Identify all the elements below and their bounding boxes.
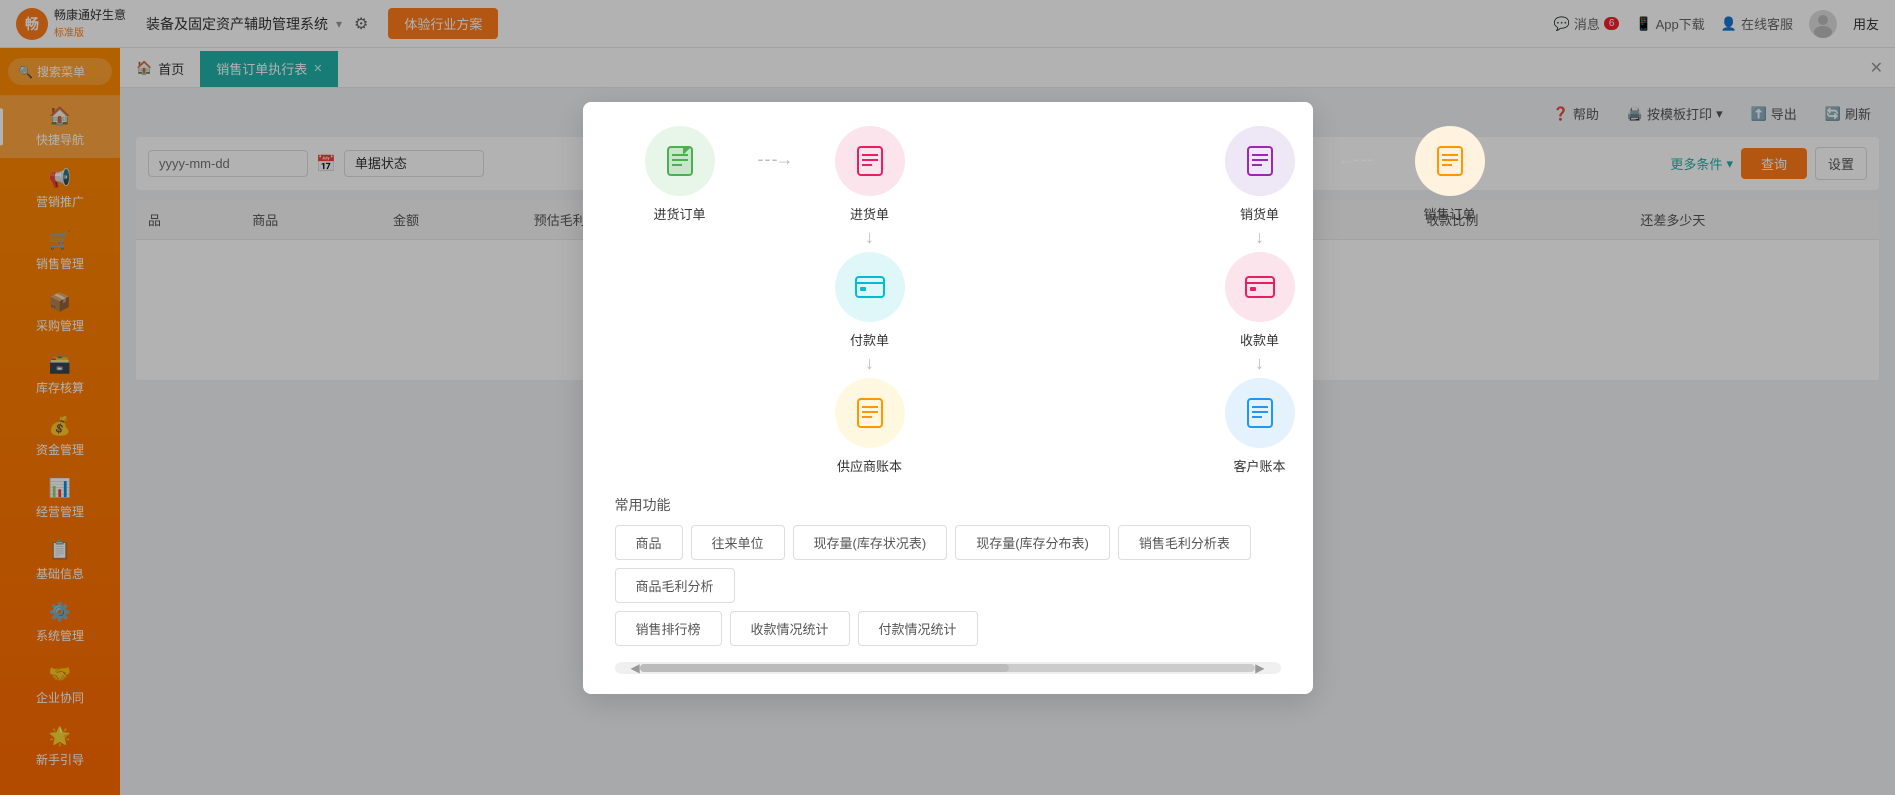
flow-col-sales-order: 销售订单 [1385,126,1515,223]
flow-item-supplier-ledger: 供应商账本 [805,378,935,475]
flow-col-supplier-ledger: 供应商账本 [805,378,935,475]
flow-row2: 付款单 收款单 [615,252,1281,349]
flow-arrows-row2: ↓ ↓ [615,353,1281,374]
flow-item-sales-order: 销售订单 [1385,126,1515,223]
flow-col-receipt: 收款单 [1195,252,1325,349]
flow-chart: 进货订单 - - -→ 进货单 销 [615,126,1281,223]
flow-label-purchase-invoice: 进货单 [850,204,889,223]
flow-item-purchase-order: 进货订单 [615,126,745,223]
flow-item-customer-ledger: 客户账本 [1195,378,1325,475]
quick-guide-modal: 进货订单 - - -→ 进货单 销 [583,102,1313,694]
btn-inventory-dist[interactable]: 现存量(库存分布表) [955,525,1110,560]
flow-circle-sales-invoice[interactable] [1225,126,1295,196]
flow-label-receipt: 收款单 [1240,330,1279,349]
flow-item-payment: 付款单 [805,252,935,349]
btn-inventory-status[interactable]: 现存量(库存状况表) [793,525,948,560]
scroll-bar: ◀ ▶ [615,662,1281,674]
flow-col-payment: 付款单 [805,252,935,349]
flow-arrows-row: ↓ ↓ [615,227,1281,248]
flow-col-purchase-order: 进货订单 [615,126,745,223]
common-buttons-row1: 商品 往来单位 现存量(库存状况表) 现存量(库存分布表) 销售毛利分析表 商品… [615,525,1281,603]
flow-label-supplier-ledger: 供应商账本 [837,456,902,475]
scroll-right-arrow[interactable]: ▶ [1255,661,1264,675]
common-functions-title: 常用功能 [615,495,1281,515]
scroll-thumb[interactable] [640,664,1009,672]
flow-circle-purchase-order[interactable] [645,126,715,196]
btn-units[interactable]: 往来单位 [691,525,785,560]
flow-circle-sales-order[interactable] [1415,126,1485,196]
flow-circle-payment[interactable] [835,252,905,322]
common-buttons-row2: 销售排行榜 收款情况统计 付款情况统计 [615,611,1281,646]
flow-label-payment: 付款单 [850,330,889,349]
btn-receipt-stats[interactable]: 收款情况统计 [730,611,850,646]
flow-item-receipt: 收款单 [1195,252,1325,349]
flow-label-sales-invoice: 销货单 [1240,204,1279,223]
flow-arrow-2: ←- - - [1325,149,1385,200]
btn-sales-profit[interactable]: 销售毛利分析表 [1118,525,1251,560]
flow-circle-supplier-ledger[interactable] [835,378,905,448]
flow-arrow-1: - - -→ [745,149,805,200]
btn-payment-stats[interactable]: 付款情况统计 [858,611,978,646]
btn-sales-rank[interactable]: 销售排行榜 [615,611,722,646]
flow-middle-space [935,159,1195,189]
flow-item-purchase-invoice: 进货单 [805,126,935,223]
flow-label-customer-ledger: 客户账本 [1233,456,1285,475]
scroll-inner [640,664,1256,672]
flow-item-sales-invoice: 销货单 [1195,126,1325,223]
scroll-left-arrow[interactable]: ◀ [631,661,640,675]
flow-circle-customer-ledger[interactable] [1225,378,1295,448]
flow-label-purchase-order: 进货订单 [653,204,705,223]
flow-circle-purchase-invoice[interactable] [835,126,905,196]
common-functions-section: 常用功能 商品 往来单位 现存量(库存状况表) 现存量(库存分布表) 销售毛利分… [615,495,1281,646]
btn-products[interactable]: 商品 [615,525,683,560]
flow-circle-receipt[interactable] [1225,252,1295,322]
flow-label-sales-order: 销售订单 [1423,204,1475,223]
flow-col-sales-invoice: 销货单 [1195,126,1325,223]
overlay[interactable]: 进货订单 - - -→ 进货单 销 [0,0,1895,795]
flow-row3: 供应商账本 客户账本 [615,378,1281,475]
btn-product-profit[interactable]: 商品毛利分析 [615,568,735,603]
flow-col-customer-ledger: 客户账本 [1195,378,1325,475]
flow-col-purchase-invoice: 进货单 [805,126,935,223]
